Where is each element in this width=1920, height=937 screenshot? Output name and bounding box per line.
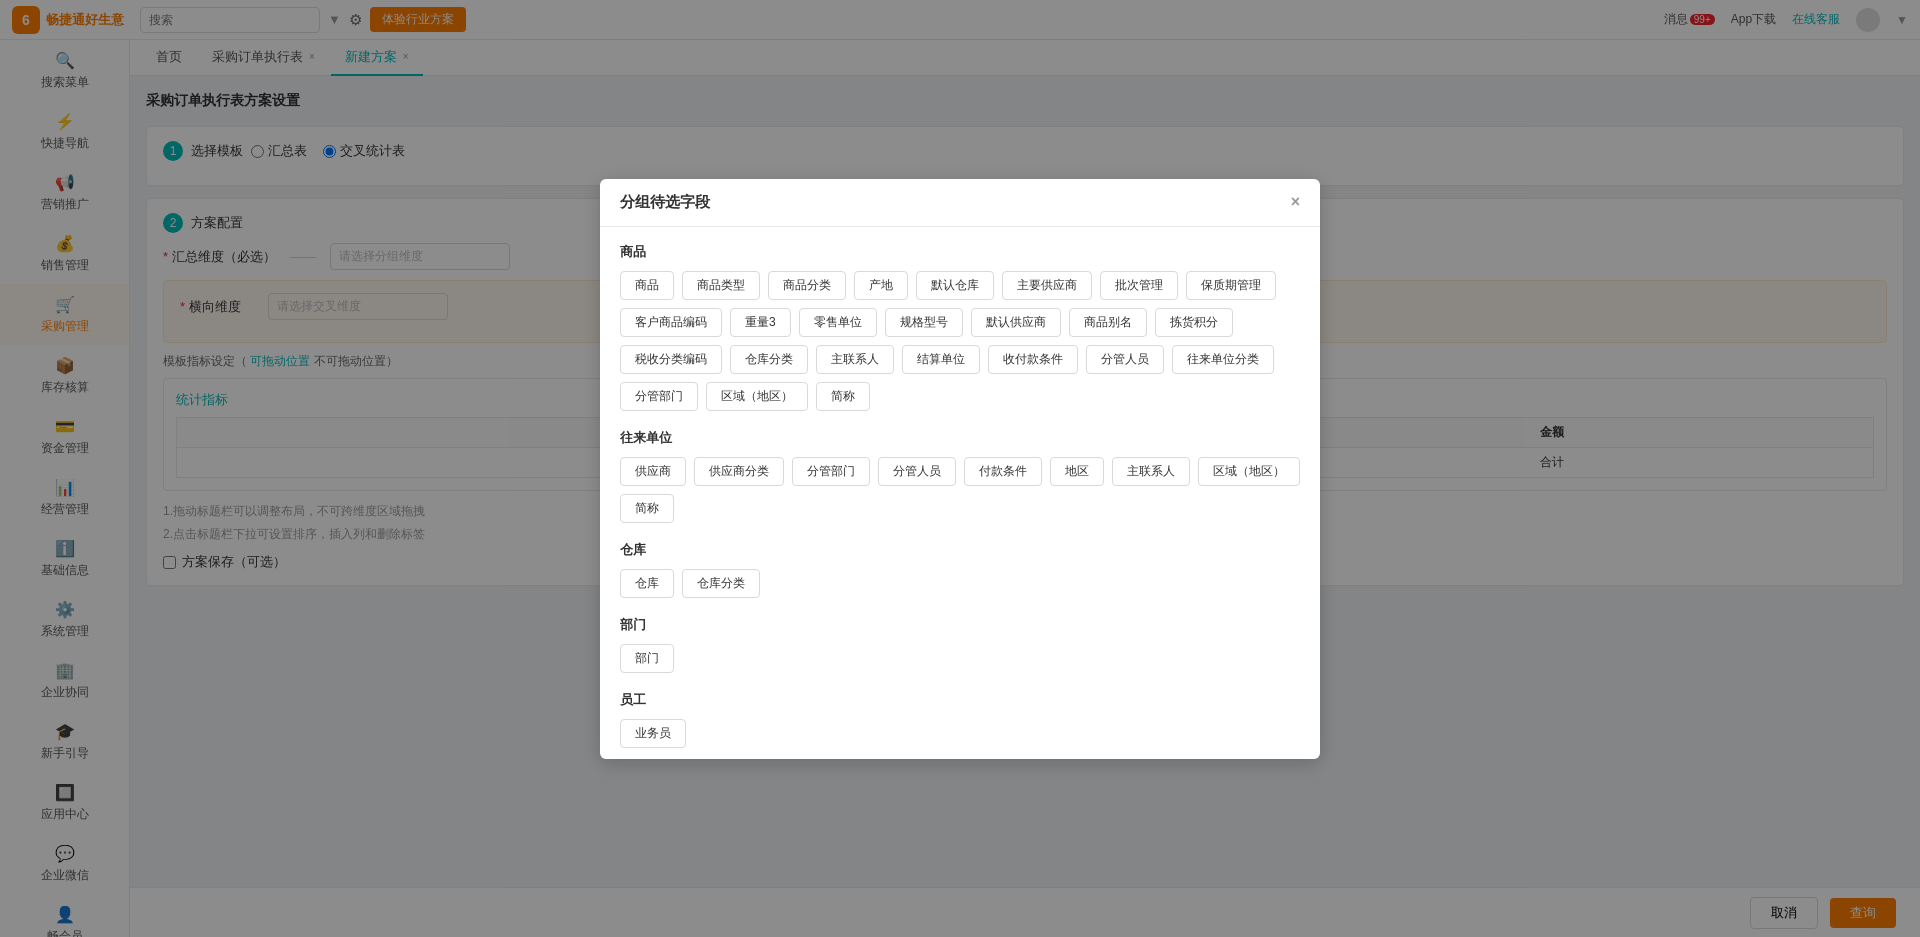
field-tag[interactable]: 区域（地区） (1198, 457, 1300, 486)
department-title: 部门 (620, 616, 1300, 634)
employee-section: 员工 业务员 (620, 691, 1300, 748)
field-tag[interactable]: 拣货积分 (1155, 308, 1233, 337)
department-fields: 部门 (620, 644, 1300, 673)
goods-title: 商品 (620, 243, 1300, 261)
modal-title: 分组待选字段 (620, 193, 710, 212)
field-tag[interactable]: 地区 (1050, 457, 1104, 486)
field-tag[interactable]: 简称 (816, 382, 870, 411)
field-tag[interactable]: 简称 (620, 494, 674, 523)
field-tag[interactable]: 主联系人 (1112, 457, 1190, 486)
field-tag[interactable]: 主要供应商 (1002, 271, 1092, 300)
department-section: 部门 部门 (620, 616, 1300, 673)
field-tag[interactable]: 主联系人 (816, 345, 894, 374)
field-tag[interactable]: 分管部门 (620, 382, 698, 411)
partner-title: 往来单位 (620, 429, 1300, 447)
field-tag[interactable]: 结算单位 (902, 345, 980, 374)
warehouse-fields: 仓库 仓库分类 (620, 569, 1300, 598)
field-tag[interactable]: 零售单位 (799, 308, 877, 337)
field-tag[interactable]: 保质期管理 (1186, 271, 1276, 300)
modal: 分组待选字段 × 商品 商品 商品类型 商品分类 产地 默认仓库 主要供应商 批… (600, 179, 1320, 759)
modal-overlay[interactable]: 分组待选字段 × 商品 商品 商品类型 商品分类 产地 默认仓库 主要供应商 批… (0, 0, 1920, 937)
partner-section: 往来单位 供应商 供应商分类 分管部门 分管人员 付款条件 地区 主联系人 区域… (620, 429, 1300, 523)
field-tag[interactable]: 部门 (620, 644, 674, 673)
field-tag[interactable]: 付款条件 (964, 457, 1042, 486)
field-tag[interactable]: 商品 (620, 271, 674, 300)
field-tag[interactable]: 仓库分类 (730, 345, 808, 374)
modal-close-button[interactable]: × (1291, 193, 1300, 211)
field-tag[interactable]: 税收分类编码 (620, 345, 722, 374)
field-tag[interactable]: 商品别名 (1069, 308, 1147, 337)
field-tag[interactable]: 分管人员 (878, 457, 956, 486)
field-tag[interactable]: 收付款条件 (988, 345, 1078, 374)
goods-section: 商品 商品 商品类型 商品分类 产地 默认仓库 主要供应商 批次管理 保质期管理… (620, 243, 1300, 411)
field-tag[interactable]: 仓库分类 (682, 569, 760, 598)
field-tag[interactable]: 默认仓库 (916, 271, 994, 300)
field-tag[interactable]: 供应商分类 (694, 457, 784, 486)
partner-fields: 供应商 供应商分类 分管部门 分管人员 付款条件 地区 主联系人 区域（地区） … (620, 457, 1300, 523)
field-tag[interactable]: 分管部门 (792, 457, 870, 486)
warehouse-section: 仓库 仓库 仓库分类 (620, 541, 1300, 598)
employee-fields: 业务员 (620, 719, 1300, 748)
modal-header: 分组待选字段 × (600, 179, 1320, 227)
field-tag[interactable]: 供应商 (620, 457, 686, 486)
employee-title: 员工 (620, 691, 1300, 709)
field-tag[interactable]: 客户商品编码 (620, 308, 722, 337)
field-tag[interactable]: 商品分类 (768, 271, 846, 300)
field-tag[interactable]: 仓库 (620, 569, 674, 598)
field-tag[interactable]: 规格型号 (885, 308, 963, 337)
field-tag[interactable]: 商品类型 (682, 271, 760, 300)
field-tag[interactable]: 业务员 (620, 719, 686, 748)
field-tag[interactable]: 产地 (854, 271, 908, 300)
warehouse-title: 仓库 (620, 541, 1300, 559)
modal-body: 商品 商品 商品类型 商品分类 产地 默认仓库 主要供应商 批次管理 保质期管理… (600, 227, 1320, 759)
field-tag[interactable]: 区域（地区） (706, 382, 808, 411)
field-tag[interactable]: 重量3 (730, 308, 791, 337)
field-tag[interactable]: 默认供应商 (971, 308, 1061, 337)
field-tag[interactable]: 批次管理 (1100, 271, 1178, 300)
goods-fields: 商品 商品类型 商品分类 产地 默认仓库 主要供应商 批次管理 保质期管理 客户… (620, 271, 1300, 411)
field-tag[interactable]: 分管人员 (1086, 345, 1164, 374)
field-tag[interactable]: 往来单位分类 (1172, 345, 1274, 374)
